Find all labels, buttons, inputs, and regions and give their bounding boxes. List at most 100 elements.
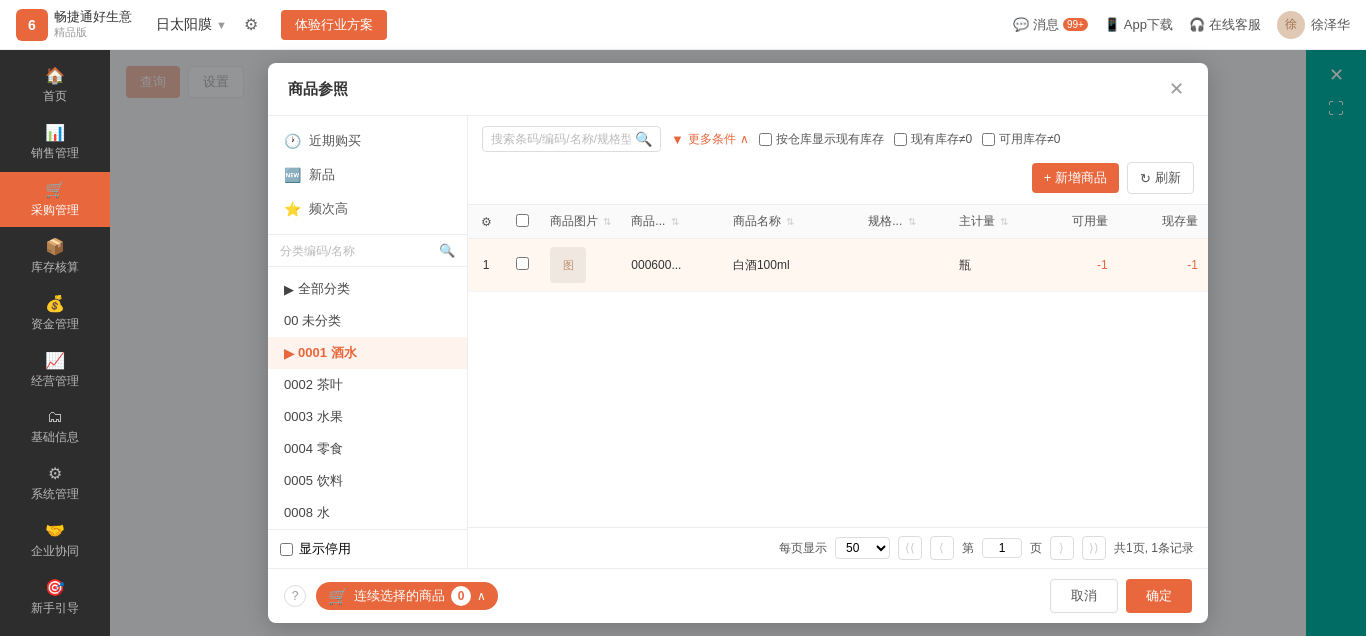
all-category-label: 全部分类 bbox=[298, 280, 350, 298]
existing-stock-checkbox[interactable]: 现有库存≠0 bbox=[894, 131, 972, 148]
app-download-item[interactable]: 📱 App下载 bbox=[1104, 16, 1173, 34]
total-info: 共1页, 1条记录 bbox=[1114, 540, 1194, 557]
table-row[interactable]: 1 图 000600... 白酒100ml 瓶 -1 -1 bbox=[468, 239, 1208, 292]
sidebar-label-purchase: 采购管理 bbox=[31, 202, 79, 219]
page-size-select[interactable]: 50 100 bbox=[835, 537, 890, 559]
sidebar-item-system[interactable]: ⚙ 系统管理 bbox=[0, 456, 110, 511]
sidebar-label-enterprise: 企业协同 bbox=[31, 543, 79, 560]
table-header-row: ⚙ 商品图片 ⇅ 商品... ⇅ bbox=[468, 205, 1208, 239]
category-water[interactable]: 0008 水 bbox=[268, 497, 467, 529]
sidebar-label-guide: 新手引导 bbox=[31, 600, 79, 617]
sidebar-item-home[interactable]: 🏠 首页 bbox=[0, 58, 110, 113]
cart-icon: 🛒 bbox=[328, 587, 348, 606]
sidebar-item-finance[interactable]: 💰 资金管理 bbox=[0, 286, 110, 341]
select-all-checkbox[interactable] bbox=[516, 214, 529, 227]
nav-selector[interactable]: 日太阳膜 ▼ bbox=[156, 16, 227, 34]
category-snack[interactable]: 0004 零食 bbox=[268, 433, 467, 465]
cart-area[interactable]: 🛒 连续选择的商品 0 ∧ bbox=[316, 582, 498, 610]
cancel-button[interactable]: 取消 bbox=[1050, 579, 1118, 613]
new-icon: 🆕 bbox=[284, 167, 301, 183]
page-label: 第 bbox=[962, 540, 974, 557]
sidebar-item-purchase[interactable]: 🛒 采购管理 bbox=[0, 172, 110, 227]
system-icon: ⚙ bbox=[48, 464, 62, 483]
prev-page-button[interactable]: ⟨ bbox=[930, 536, 954, 560]
right-panel: 🔍 ▼ 更多条件 ∧ 按仓库显示现有库存 bbox=[468, 116, 1208, 568]
modal-close-button[interactable]: ✕ bbox=[1164, 77, 1188, 101]
next-page-button[interactable]: ⟩ bbox=[1050, 536, 1074, 560]
existing-stock-check[interactable] bbox=[894, 133, 907, 146]
filter-icon: ▼ bbox=[671, 132, 684, 147]
show-disabled-checkbox[interactable] bbox=[280, 543, 293, 556]
category-all[interactable]: ▶ 全部分类 bbox=[268, 273, 467, 305]
row-checkbox-cell[interactable] bbox=[504, 239, 540, 292]
col-header-stock: 现存量 bbox=[1118, 205, 1208, 239]
category-search-icon[interactable]: 🔍 bbox=[439, 243, 455, 258]
page-number-input[interactable] bbox=[982, 538, 1022, 558]
trial-button[interactable]: 体验行业方案 bbox=[281, 10, 387, 40]
row-num: 1 bbox=[468, 239, 504, 292]
tab-recent-label: 近期购买 bbox=[309, 132, 361, 150]
fruit-label: 0003 水果 bbox=[284, 408, 343, 426]
category-unclassified[interactable]: 00 未分类 bbox=[268, 305, 467, 337]
filter-collapse-icon: ∧ bbox=[740, 132, 749, 146]
footer-actions: 取消 确定 bbox=[1050, 579, 1192, 613]
logo-sub: 精品版 bbox=[54, 25, 132, 40]
refresh-button[interactable]: ↻ 刷新 bbox=[1127, 162, 1194, 194]
add-product-button[interactable]: + 新增商品 bbox=[1032, 163, 1119, 193]
category-tea[interactable]: 0002 茶叶 bbox=[268, 369, 467, 401]
sidebar-label-sales: 销售管理 bbox=[31, 145, 79, 162]
category-search-input[interactable] bbox=[280, 244, 433, 258]
tab-recent-purchase[interactable]: 🕐 近期购买 bbox=[268, 124, 467, 158]
first-page-button[interactable]: ⟨⟨ bbox=[898, 536, 922, 560]
available-stock-checkbox[interactable]: 可用库存≠0 bbox=[982, 131, 1060, 148]
available-stock-check[interactable] bbox=[982, 133, 995, 146]
show-disabled-label: 显示停用 bbox=[299, 540, 351, 558]
sidebar-item-basic-info[interactable]: 🗂 基础信息 bbox=[0, 400, 110, 454]
modal-title: 商品参照 bbox=[288, 80, 348, 99]
category-search-bar: 🔍 bbox=[268, 235, 467, 267]
product-search-icon[interactable]: 🔍 bbox=[635, 131, 652, 147]
col-header-name: 商品名称 ⇅ bbox=[723, 205, 858, 239]
sidebar-item-enterprise[interactable]: 🤝 企业协同 bbox=[0, 513, 110, 568]
cart-collapse-icon[interactable]: ∧ bbox=[477, 589, 486, 603]
guide-icon: 🎯 bbox=[45, 578, 65, 597]
tab-new-label: 新品 bbox=[309, 166, 335, 184]
row-available: -1 bbox=[1027, 239, 1117, 292]
modal-body: 🕐 近期购买 🆕 新品 ⭐ 频次高 bbox=[268, 116, 1208, 568]
page-size-label: 每页显示 bbox=[779, 540, 827, 557]
mgmt-icon: 📈 bbox=[45, 351, 65, 370]
drink-label: 0005 饮料 bbox=[284, 472, 343, 490]
tab-high-frequency[interactable]: ⭐ 频次高 bbox=[268, 192, 467, 226]
category-drink[interactable]: 0005 饮料 bbox=[268, 465, 467, 497]
pagination-bar: 每页显示 50 100 ⟨⟨ ⟨ 第 页 ⟩ ⟩⟩ bbox=[468, 527, 1208, 568]
username-label: 徐泽华 bbox=[1311, 16, 1350, 34]
sidebar-item-sales[interactable]: 📊 销售管理 bbox=[0, 115, 110, 170]
messages-nav-item[interactable]: 💬 消息 99+ bbox=[1013, 16, 1088, 34]
user-area[interactable]: 徐 徐泽华 bbox=[1277, 11, 1350, 39]
refresh-icon: ↻ bbox=[1140, 171, 1151, 186]
row-image-cell: 图 bbox=[540, 239, 621, 292]
logo-icon: 6 bbox=[16, 9, 48, 41]
confirm-button[interactable]: 确定 bbox=[1126, 579, 1192, 613]
sidebar-item-guide[interactable]: 🎯 新手引导 bbox=[0, 570, 110, 625]
help-icon[interactable]: ? bbox=[284, 585, 306, 607]
warehouse-stock-checkbox[interactable]: 按仓库显示现有库存 bbox=[759, 131, 884, 148]
warehouse-stock-check[interactable] bbox=[759, 133, 772, 146]
customer-service-item[interactable]: 🎧 在线客服 bbox=[1189, 16, 1261, 34]
left-panel-footer: 显示停用 bbox=[268, 529, 467, 568]
tab-new-items[interactable]: 🆕 新品 bbox=[268, 158, 467, 192]
category-fruit[interactable]: 0003 水果 bbox=[268, 401, 467, 433]
sidebar-item-apps[interactable]: 📱 应用中心 bbox=[0, 627, 110, 636]
category-liquor[interactable]: ▶ 0001 酒水 bbox=[268, 337, 467, 369]
home-icon: 🏠 bbox=[45, 66, 65, 85]
row-select-checkbox[interactable] bbox=[516, 257, 529, 270]
settings-icon[interactable]: ⚙ bbox=[237, 11, 265, 39]
last-page-button[interactable]: ⟩⟩ bbox=[1082, 536, 1106, 560]
sidebar-item-inventory[interactable]: 📦 库存核算 bbox=[0, 229, 110, 284]
sidebar-item-management[interactable]: 📈 经营管理 bbox=[0, 343, 110, 398]
product-search-input[interactable] bbox=[491, 132, 631, 146]
app-icon: 📱 bbox=[1104, 17, 1120, 32]
col-header-code: 商品... ⇅ bbox=[621, 205, 723, 239]
more-filters-button[interactable]: ▼ 更多条件 ∧ bbox=[671, 131, 749, 148]
row-spec bbox=[858, 239, 948, 292]
